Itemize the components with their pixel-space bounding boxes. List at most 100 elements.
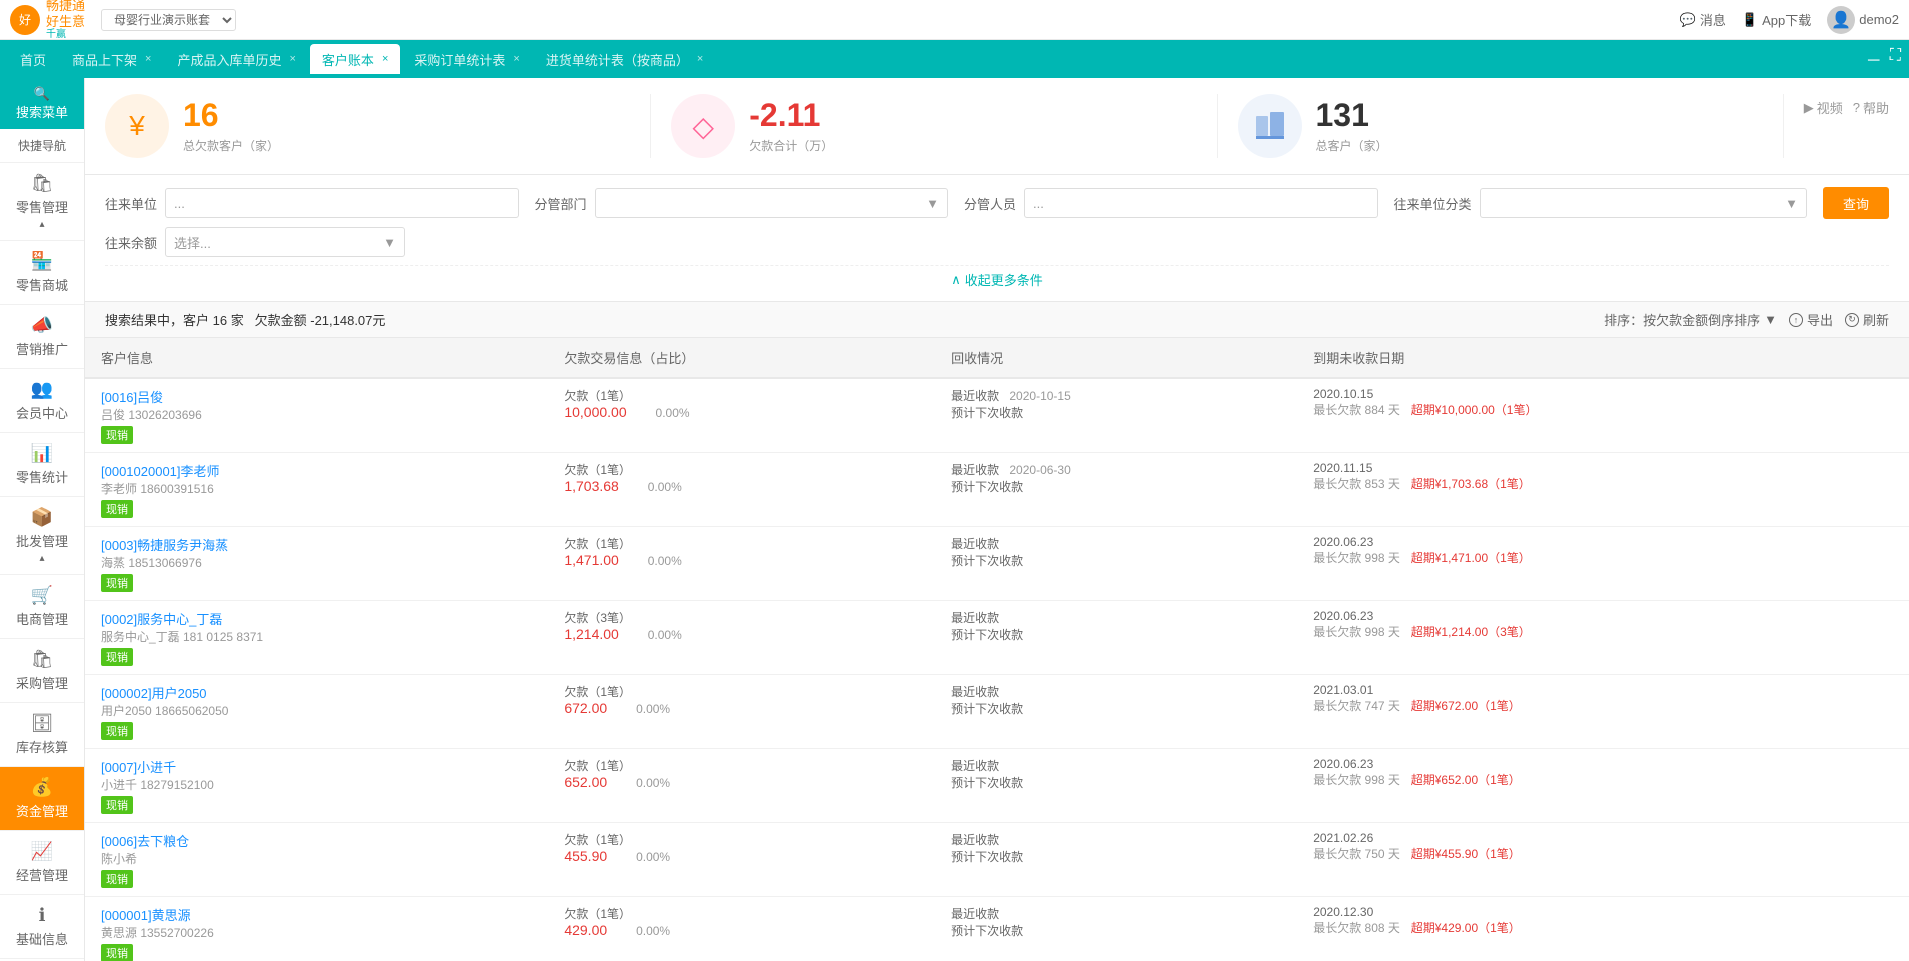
customer-tag: 现销 (101, 722, 133, 740)
sidebar-item-marketing[interactable]: 📣 营销推广 (0, 305, 84, 369)
message-icon: 💬 (1680, 12, 1696, 28)
overdue-link[interactable]: 超期¥455.90（1笔） (1411, 847, 1521, 861)
sidebar-item-member[interactable]: 👥 会员中心 (0, 369, 84, 433)
sidebar-item-ops[interactable]: 📈 经营管理 (0, 831, 84, 895)
from-unit-label: 往来单位 (105, 194, 157, 213)
video-icon: ▶ (1804, 100, 1814, 116)
overdue-start-date: 2020.10.15 (1313, 387, 1893, 401)
customer-name-link[interactable]: [0006]去下粮仓 (101, 831, 532, 850)
from-unit-input[interactable]: ... (165, 188, 518, 218)
debt-amount: 455.90 (564, 848, 607, 864)
debt-count: 欠款（1笔） (564, 461, 919, 478)
video-link[interactable]: ▶ 视频 (1804, 98, 1843, 117)
sidebar-item-batch[interactable]: 📦 批发管理 ▴ (0, 497, 84, 575)
sidebar-item-ecommerce[interactable]: 🛒 电商管理 (0, 575, 84, 639)
customer-info-cell: [000001]黄思源 黄思源 13552700226 现销 (85, 897, 548, 961)
sidebar-item-retail[interactable]: 🛍 零售管理 ▴ (0, 163, 84, 241)
export-button[interactable]: ↑ 导出 (1789, 310, 1833, 329)
tab-customer[interactable]: 客户账本 × (310, 44, 400, 74)
customer-name-link[interactable]: [000001]黄思源 (101, 905, 532, 924)
sidebar-item-retail-store[interactable]: 🏪 零售商城 (0, 241, 84, 305)
overdue-date-cell: 2021.02.26 最长欠款 750 天 超期¥455.90（1笔） (1297, 823, 1909, 897)
tab-purchase-close[interactable]: × (513, 53, 519, 65)
tab-home[interactable]: 首页 (8, 44, 58, 74)
tab-minimize-icon[interactable]: － (1866, 47, 1882, 71)
sidebar-quick-nav[interactable]: 快捷导航 (0, 129, 84, 163)
overdue-link[interactable]: 超期¥10,000.00（1笔） (1411, 403, 1538, 417)
customer-phone: 小进千 18279152100 (101, 776, 532, 793)
system-select[interactable]: 母婴行业演示账套 (101, 9, 236, 31)
debt-count: 欠款（1笔） (564, 905, 919, 922)
overdue-start-date: 2020.06.23 (1313, 535, 1893, 549)
sidebar-item-inventory[interactable]: 🗄 库存核算 (0, 703, 84, 767)
stat-card-debt-customers: ¥ 16 总欠款客户（家） (105, 94, 651, 158)
customer-phone: 用户2050 18665062050 (101, 702, 532, 719)
sidebar-item-capital[interactable]: 💰 资金管理 (0, 767, 84, 831)
customer-name-link[interactable]: [0001020001]李老师 (101, 461, 532, 480)
last-collect-label: 最近收款 (951, 389, 999, 403)
help-link[interactable]: ? 帮助 (1853, 98, 1889, 117)
overdue-days: 最长欠款 747 天 (1313, 699, 1400, 713)
overdue-start-date: 2020.12.30 (1313, 905, 1893, 919)
debt-info-cell: 欠款（1笔） 455.90 0.00% (548, 823, 935, 897)
sidebar-item-purchase[interactable]: 🛍 采购管理 (0, 639, 84, 703)
app-download-button[interactable]: 📱 App下载 (1742, 10, 1811, 29)
collect-info-cell: 最近收款 预计下次收款 (935, 897, 1297, 961)
user-profile-button[interactable]: 👤 demo2 (1827, 6, 1899, 34)
balance-select[interactable]: 选择... ▼ (165, 227, 405, 257)
sort-selector[interactable]: 排序：按欠款金额倒序排序 ▼ (1604, 310, 1777, 329)
overdue-link[interactable]: 超期¥672.00（1笔） (1411, 699, 1521, 713)
th-customer-info: 客户信息 (85, 338, 548, 378)
overdue-link[interactable]: 超期¥1,214.00（3笔） (1411, 625, 1531, 639)
customer-tag: 现销 (101, 500, 133, 518)
customer-tag: 现销 (101, 648, 133, 666)
tab-inbound[interactable]: 进货单统计表（按商品） × (534, 44, 715, 74)
result-info: 搜索结果中，客户 16 家 欠款金额 -21,148.07元 (105, 310, 385, 329)
tab-goods-close[interactable]: × (145, 53, 151, 65)
customer-name-link[interactable]: [000002]用户2050 (101, 683, 532, 702)
search-button[interactable]: 查询 (1823, 187, 1889, 219)
tab-customer-close[interactable]: × (382, 53, 388, 65)
customer-info-cell: [0016]吕俊 吕俊 13026203696 现销 (85, 378, 548, 453)
th-overdue-date: 到期未收款日期 (1297, 338, 1909, 378)
debt-count: 欠款（1笔） (564, 831, 919, 848)
last-collect-label: 最近收款 (951, 907, 999, 921)
customer-name-link[interactable]: [0007]小进千 (101, 757, 532, 776)
customer-name-link[interactable]: [0003]畅捷服务尹海蒸 (101, 535, 532, 554)
unit-category-select[interactable]: ▼ (1480, 188, 1807, 218)
overdue-link[interactable]: 超期¥652.00（1笔） (1411, 773, 1521, 787)
customer-name-link[interactable]: [0016]吕俊 (101, 387, 532, 406)
tab-purchase[interactable]: 采购订单统计表 × (402, 44, 531, 74)
debt-pct: 0.00% (636, 850, 670, 864)
message-button[interactable]: 💬 消息 (1680, 10, 1726, 29)
sidebar-item-retail-stat[interactable]: 📊 零售统计 (0, 433, 84, 497)
tab-inbound-close[interactable]: × (697, 53, 703, 65)
debt-count: 欠款（1笔） (564, 683, 919, 700)
overdue-link[interactable]: 超期¥1,471.00（1笔） (1411, 551, 1531, 565)
customer-name-link[interactable]: [0002]服务中心_丁磊 (101, 609, 532, 628)
refresh-button[interactable]: ↻ 刷新 (1845, 310, 1889, 329)
sort-dropdown-icon: ▼ (1764, 312, 1777, 327)
collapse-button[interactable]: ∧ 收起更多条件 (951, 270, 1043, 289)
tab-goods[interactable]: 商品上下架 × (60, 44, 163, 74)
manager-input[interactable]: ... (1024, 188, 1377, 218)
tab-produce[interactable]: 产成品入库单历史 × (165, 44, 307, 74)
customer-info-cell: [0006]去下粮仓 陈小希 现销 (85, 823, 548, 897)
collect-info-cell: 最近收款 预计下次收款 (935, 823, 1297, 897)
dept-select[interactable]: ▼ (595, 188, 948, 218)
sidebar-search[interactable]: 🔍 搜索菜单 (0, 78, 84, 129)
overdue-start-date: 2020.06.23 (1313, 609, 1893, 623)
app-logo-text: 畅捷通好生意 千赢 (46, 0, 95, 41)
export-icon: ↑ (1789, 313, 1803, 327)
table-row: [0007]小进千 小进千 18279152100 现销 欠款（1笔） 652.… (85, 749, 1909, 823)
refresh-icon: ↻ (1845, 313, 1859, 327)
tab-produce-close[interactable]: × (289, 53, 295, 65)
debt-amount: 1,703.68 (564, 478, 619, 494)
sidebar-item-basic[interactable]: ℹ 基础信息 (0, 895, 84, 959)
last-collect-date: 2020-10-15 (1003, 389, 1071, 403)
overdue-start-date: 2021.02.26 (1313, 831, 1893, 845)
overdue-days: 最长欠款 998 天 (1313, 625, 1400, 639)
overdue-link[interactable]: 超期¥1,703.68（1笔） (1411, 477, 1531, 491)
tab-maximize-icon[interactable]: ⛶ (1890, 47, 1901, 71)
overdue-link[interactable]: 超期¥429.00（1笔） (1411, 921, 1521, 935)
